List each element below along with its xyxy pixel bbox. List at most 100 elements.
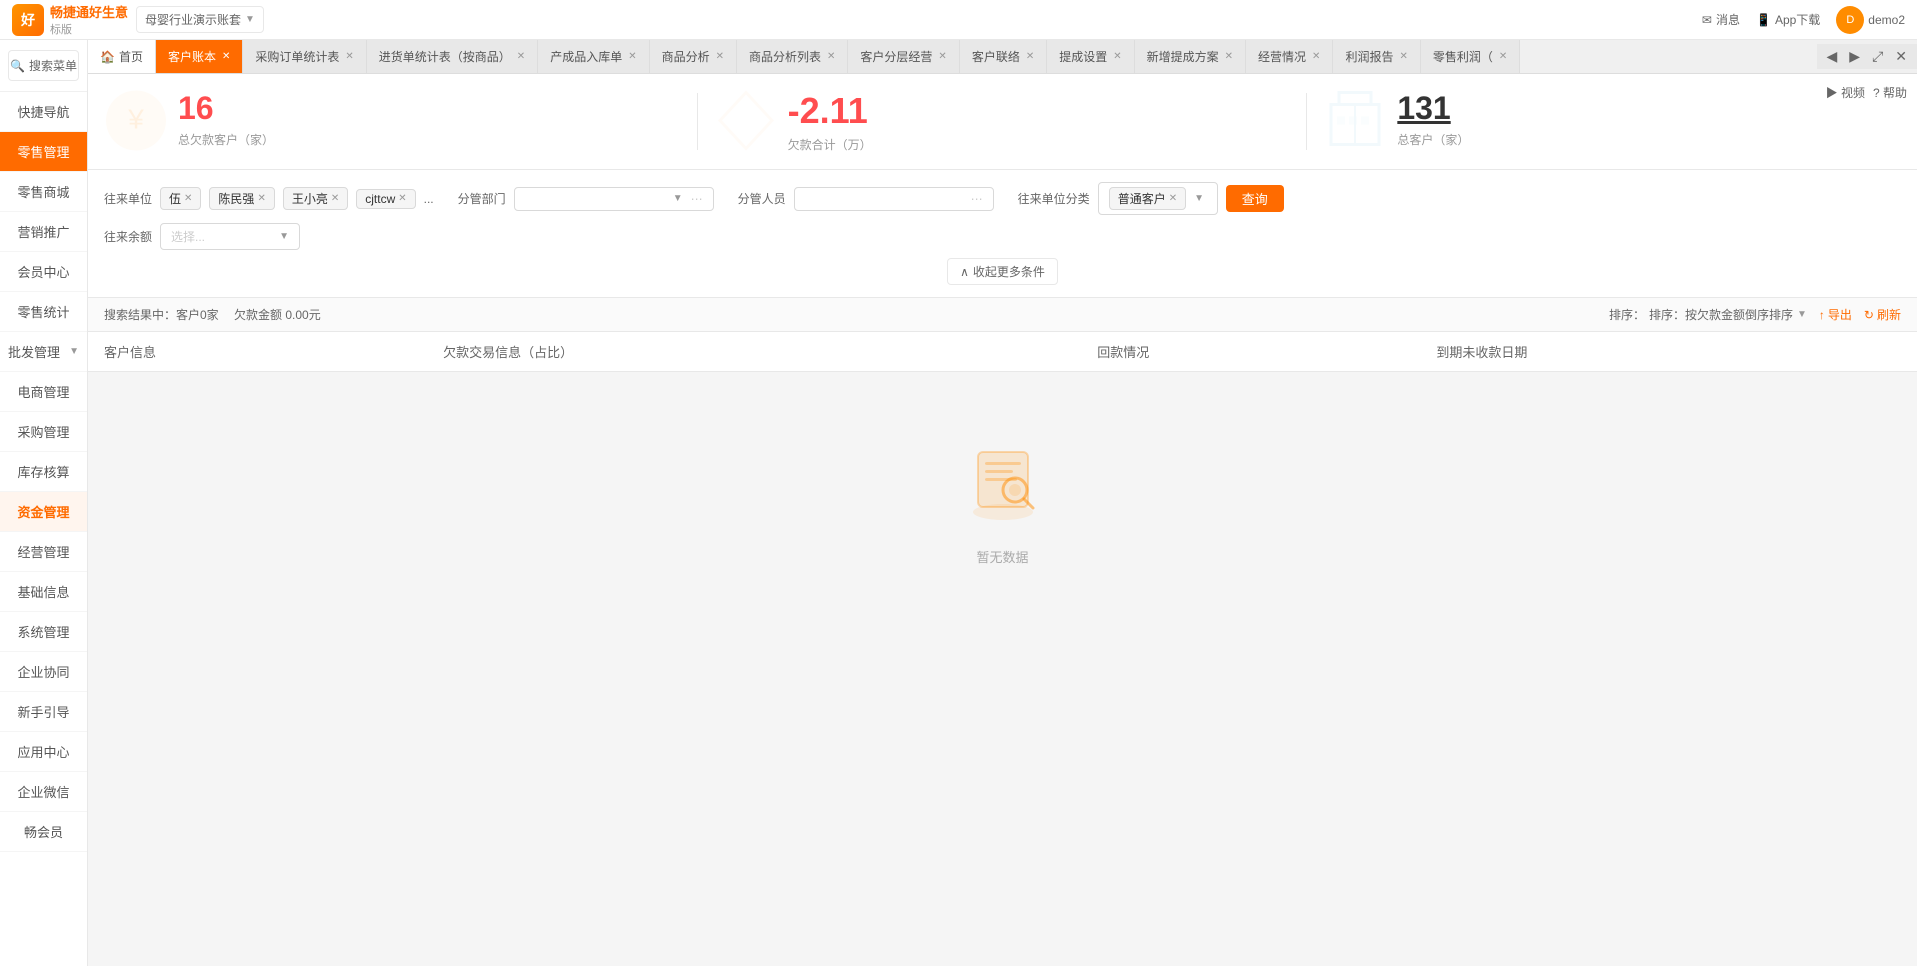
main-layout: 🔍 搜索菜单 快捷导航 零售管理 零售商城 营销推广 会员中心 零售统计 批发管… (0, 40, 1917, 966)
user-menu[interactable]: D demo2 (1836, 6, 1905, 34)
tab-new-achievement[interactable]: 新增提成方案 ✕ (1135, 40, 1246, 73)
filter-more-button[interactable]: ... (424, 192, 434, 206)
close-icon[interactable]: ✕ (1225, 51, 1233, 62)
sidebar-item-member-center[interactable]: 会员中心 (0, 252, 87, 292)
close-icon[interactable]: ✕ (827, 51, 835, 62)
tab-home[interactable]: 🏠 首页 (88, 40, 156, 73)
sidebar-item-wholesale-mgmt[interactable]: 批发管理 ▼ (0, 332, 87, 372)
tab-label: 产成品入库单 (550, 48, 622, 65)
unit-type-label: 往来单位分类 (1018, 190, 1090, 207)
sidebar-item-app-center[interactable]: 应用中心 (0, 732, 87, 772)
tab-customer-contact[interactable]: 客户联络 ✕ (960, 40, 1047, 73)
close-icon[interactable]: ✕ (222, 51, 230, 62)
close-icon[interactable]: ✕ (1312, 51, 1320, 62)
clear-icon[interactable]: ⋯ (691, 192, 703, 206)
tab-prev-button[interactable]: ◀ (1821, 44, 1844, 69)
close-icon[interactable]: ✕ (517, 51, 525, 62)
tab-goods-analysis[interactable]: 商品分析 ✕ (650, 40, 737, 73)
tag-remove-button[interactable]: ✕ (398, 193, 406, 204)
sidebar-item-label: 会员中心 (17, 265, 69, 280)
total-customers-value: 131 (1397, 90, 1897, 127)
sidebar-item-retail-mgmt[interactable]: 零售管理 (0, 132, 87, 172)
sidebar-item-enterprise-collab[interactable]: 企业协同 (0, 652, 87, 692)
export-button[interactable]: ↑ 导出 (1819, 306, 1852, 323)
sidebar-item-system-mgmt[interactable]: 系统管理 (0, 612, 87, 652)
total-customers-label: 总客户（家） (1397, 131, 1897, 148)
table-container: 客户信息 欠款交易信息（占比） 回款情况 到期未收款日期 (88, 332, 1917, 626)
tab-product-inbound[interactable]: 产成品入库单 ✕ (538, 40, 649, 73)
tab-customer-segment[interactable]: 客户分层经营 ✕ (848, 40, 959, 73)
tag-remove-button[interactable]: ✕ (331, 193, 339, 204)
tag-remove-button[interactable]: ✕ (257, 193, 265, 204)
tab-label: 新增提成方案 (1147, 48, 1219, 65)
sidebar-item-operations-mgmt[interactable]: 经营管理 (0, 532, 87, 572)
tab-business-status[interactable]: 经营情况 ✕ (1246, 40, 1333, 73)
tab-purchase-order[interactable]: 采购订单统计表 ✕ (243, 40, 366, 73)
sidebar-item-marketing[interactable]: 营销推广 (0, 212, 87, 252)
stat-total-debt: -2.11 欠款合计（万） (698, 74, 1308, 169)
sidebar-item-retail-mall[interactable]: 零售商城 (0, 172, 87, 212)
query-button[interactable]: 查询 (1226, 185, 1284, 212)
tab-retail-profit[interactable]: 零售利润（ ✕ (1421, 40, 1520, 73)
close-icon[interactable]: ✕ (628, 51, 636, 62)
total-debt-value: -2.11 (788, 90, 1288, 132)
sidebar-item-label: 营销推广 (17, 225, 69, 240)
sidebar-item-retail-stats[interactable]: 零售统计 (0, 292, 87, 332)
sidebar-item-label: 采购管理 (17, 425, 69, 440)
sidebar-item-newcomer-guide[interactable]: 新手引导 (0, 692, 87, 732)
refresh-button[interactable]: ↻ 刷新 (1864, 306, 1901, 323)
unit-type-select[interactable]: 普通客户 ✕ ▼ (1098, 182, 1218, 215)
sidebar-item-label: 批发管理 (8, 342, 60, 361)
sidebar-item-inventory-check[interactable]: 库存核算 (0, 452, 87, 492)
sidebar-item-enterprise-wechat[interactable]: 企业微信 (0, 772, 87, 812)
balance-placeholder: 选择... (171, 228, 275, 245)
message-button[interactable]: ✉ 消息 (1702, 11, 1740, 28)
sidebar-item-capital-mgmt[interactable]: 资金管理 (0, 492, 87, 532)
app-download-button[interactable]: 📱 App下载 (1756, 11, 1820, 28)
workspace-label: 母婴行业演示账套 (145, 11, 241, 28)
balance-select[interactable]: 选择... ▼ (160, 223, 300, 250)
sidebar-item-member-plus[interactable]: 畅会员 (0, 812, 87, 852)
total-debt-customers-label: 总欠款客户（家） (178, 131, 678, 148)
close-icon[interactable]: ✕ (345, 51, 353, 62)
sort-select[interactable]: 排序： 排序：按欠款金额倒序排序 ▼ (1609, 306, 1807, 323)
sidebar-item-basic-info[interactable]: 基础信息 (0, 572, 87, 612)
close-icon[interactable]: ✕ (716, 51, 724, 62)
tab-customer-book[interactable]: 客户账本 ✕ (156, 40, 243, 73)
clear-icon[interactable]: ⋯ (971, 192, 983, 206)
sidebar-item-ecommerce-mgmt[interactable]: 电商管理 (0, 372, 87, 412)
close-icon[interactable]: ✕ (1113, 51, 1121, 62)
workspace-dropdown[interactable]: 母婴行业演示账套 ▼ (136, 6, 264, 33)
sidebar-item-quick-nav[interactable]: 快捷导航 (0, 92, 87, 132)
logo-text-area: 畅捷通好生意 标版 (50, 2, 128, 37)
close-icon[interactable]: ✕ (1499, 51, 1507, 62)
search-label: 搜索菜单 (29, 57, 77, 74)
video-button[interactable]: ▶ 视频 (1826, 84, 1865, 101)
person-select[interactable]: ⋯ (794, 187, 994, 211)
dept-select[interactable]: ▼ ⋯ (514, 187, 714, 211)
collapse-row: ∧ 收起更多条件 (104, 258, 1901, 285)
close-icon[interactable]: ✕ (1399, 51, 1407, 62)
close-icon[interactable]: ✕ (1026, 51, 1034, 62)
sidebar-item-purchase-mgmt[interactable]: 采购管理 (0, 412, 87, 452)
search-menu-button[interactable]: 🔍 搜索菜单 (8, 50, 79, 81)
tab-label: 商品分析 (662, 48, 710, 65)
export-icon: ↑ (1819, 308, 1825, 322)
logo-subtitle: 标版 (50, 21, 128, 37)
unit-type-tag: 普通客户 ✕ (1109, 187, 1186, 210)
collapse-button[interactable]: ∧ 收起更多条件 (947, 258, 1058, 285)
help-button[interactable]: ? 帮助 (1873, 84, 1907, 101)
col-customer-info: 客户信息 (88, 332, 427, 372)
collapse-label: 收起更多条件 (973, 263, 1045, 280)
tab-reminder-settings[interactable]: 提成设置 ✕ (1047, 40, 1134, 73)
tab-expand-button[interactable]: ⤢ (1866, 44, 1889, 69)
tab-next-button[interactable]: ▶ (1843, 44, 1866, 69)
tag-remove-button[interactable]: ✕ (1169, 193, 1177, 204)
close-icon[interactable]: ✕ (938, 51, 946, 62)
tab-close-all-button[interactable]: ✕ (1889, 44, 1913, 69)
content-area: 🏠 首页 客户账本 ✕ 采购订单统计表 ✕ 进货单统计表（按商品） ✕ 产成品入… (88, 40, 1917, 966)
tab-profit-report[interactable]: 利润报告 ✕ (1333, 40, 1420, 73)
tag-remove-button[interactable]: ✕ (184, 193, 192, 204)
tab-goods-analysis-list[interactable]: 商品分析列表 ✕ (737, 40, 848, 73)
tab-inbound-stats[interactable]: 进货单统计表（按商品） ✕ (367, 40, 538, 73)
